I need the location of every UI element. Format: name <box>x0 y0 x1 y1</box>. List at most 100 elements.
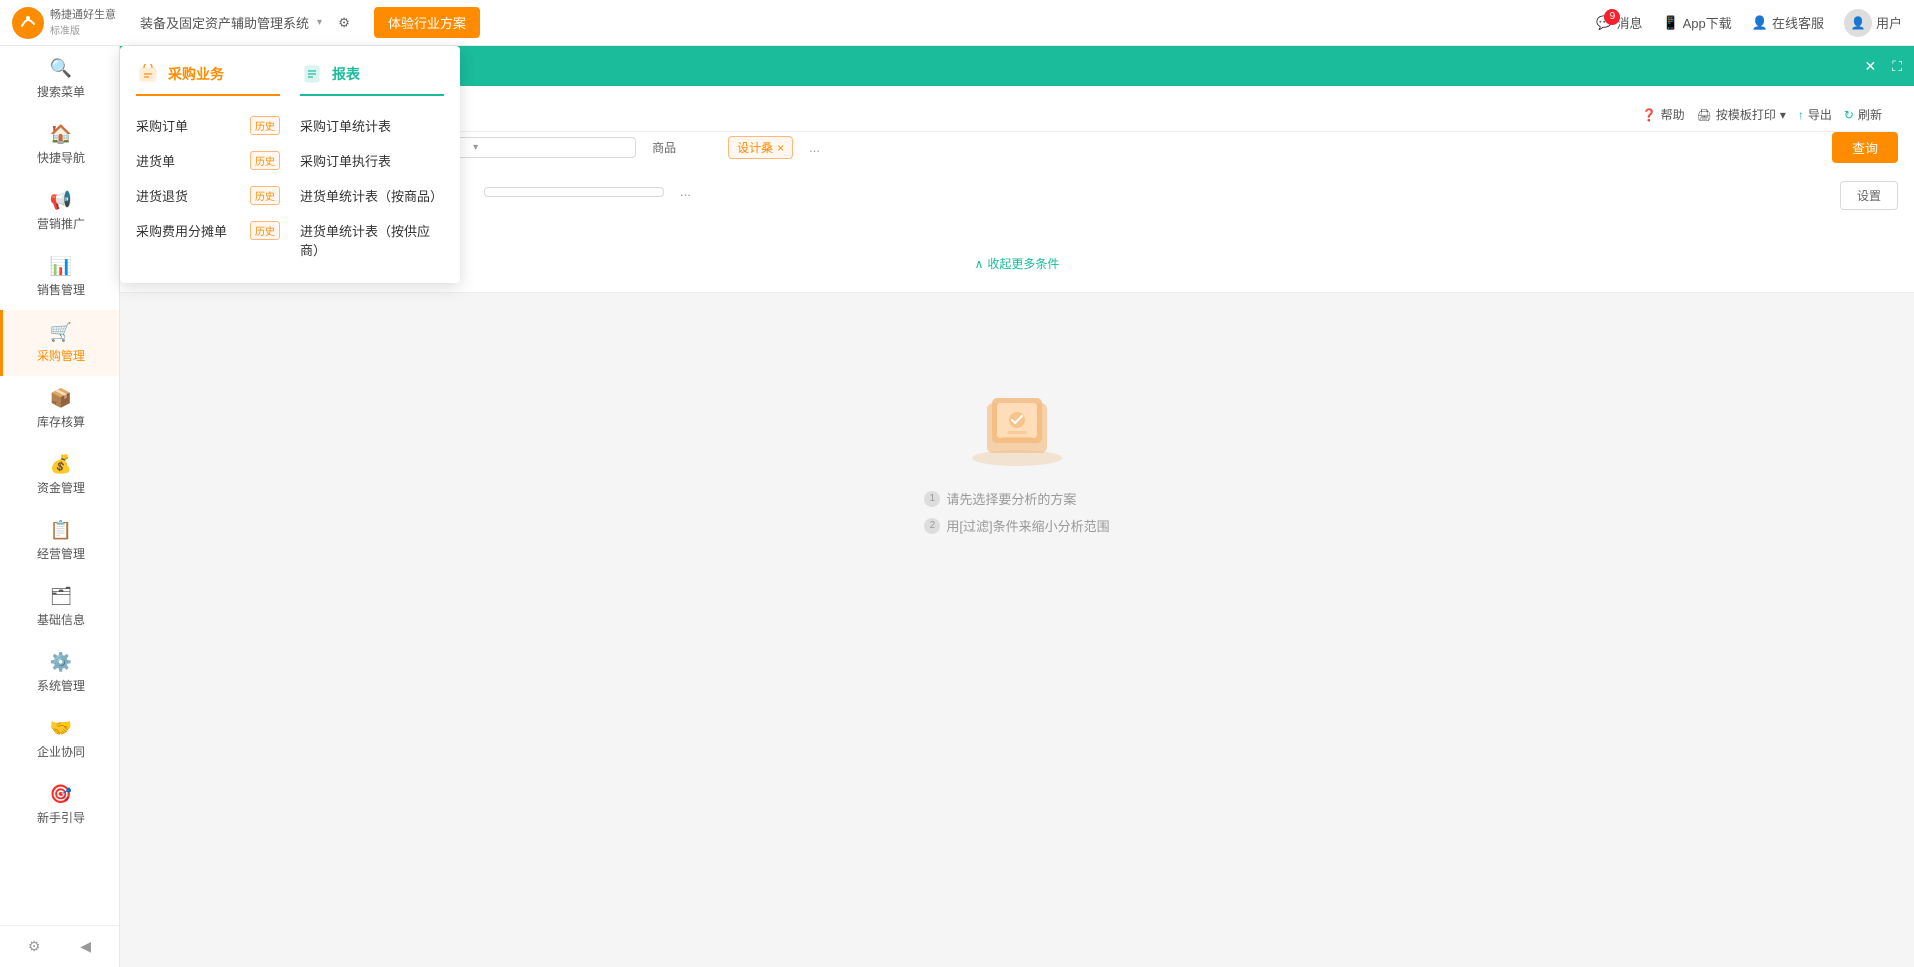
sidebar-item-enterprise[interactable]: 🤝 企业协同 <box>0 706 119 772</box>
empty-tip-1: 1 请先选择要分析的方案 <box>924 489 1109 508</box>
status-select-arrow: ▾ <box>473 142 478 153</box>
salesperson-select[interactable] <box>484 187 664 197</box>
sidebar-item-guide[interactable]: 🎯 新手引导 <box>0 772 119 838</box>
purchase-col-title: 采购业务 <box>168 64 224 84</box>
online-service-btn[interactable]: 👤 在线客服 <box>1752 13 1824 32</box>
salesperson-dots[interactable]: ... <box>680 184 691 199</box>
dropdown-item-inbound-stat-supplier[interactable]: 进货单统计表（按供应商） <box>300 213 444 267</box>
app-download-btn[interactable]: 📱 App下载 <box>1662 13 1731 32</box>
logo-icon <box>12 7 44 39</box>
sidebar-item-purchase[interactable]: 🛒 采购管理 <box>0 310 119 376</box>
dropdown-item-inbound-stat-goods-label: 进货单统计表（按商品） <box>300 186 443 205</box>
dropdown-col-report: 报表 采购订单统计表 采购订单执行表 进货单统计表（按商品） 进货单统计表（按供… <box>300 62 444 267</box>
sidebar-label-operations: 经营管理 <box>37 545 85 562</box>
report-col-icon <box>300 62 324 86</box>
dropdown-item-po-exec[interactable]: 采购订单执行表 <box>300 143 444 178</box>
print-arrow[interactable]: ▾ <box>1780 108 1786 122</box>
purchase-icon: 🛒 <box>50 322 72 343</box>
export-label: 导出 <box>1808 106 1832 123</box>
message-btn[interactable]: 💬 9 消息 <box>1596 13 1642 32</box>
tab-bar-close-icon[interactable]: ✕ <box>1860 54 1880 79</box>
sidebar-label-quick-nav: 快捷导航 <box>37 149 85 166</box>
export-btn[interactable]: ↑ 导出 <box>1798 106 1832 123</box>
goods-dots[interactable]: ... <box>809 140 820 155</box>
dropdown-item-po-exec-label: 采购订单执行表 <box>300 151 391 170</box>
sidebar-label-inventory: 库存核算 <box>37 413 85 430</box>
dropdown-item-po-stat-label: 采购订单统计表 <box>300 116 391 135</box>
empty-illustration <box>957 373 1077 473</box>
dropdown-item-inbound-stat-goods[interactable]: 进货单统计表（按商品） <box>300 178 444 213</box>
sidebar-item-search[interactable]: 🔍 搜索菜单 <box>0 46 119 112</box>
sidebar-label-system: 系统管理 <box>37 677 85 694</box>
refresh-icon: ↻ <box>1844 108 1854 122</box>
header-right: 💬 9 消息 📱 App下载 👤 在线客服 👤 用户 <box>1596 9 1902 37</box>
history-tag-3: 历史 <box>250 221 280 240</box>
report-col-title: 报表 <box>332 64 360 84</box>
collapse-icon: ∧ <box>975 257 984 271</box>
refresh-btn[interactable]: ↻ 刷新 <box>1844 106 1882 123</box>
sidebar-collapse-btn[interactable]: ◀ <box>80 938 91 955</box>
sidebar-item-inventory[interactable]: 📦 库存核算 <box>0 376 119 442</box>
sidebar: 🔍 搜索菜单 🏠 快捷导航 📢 营销推广 📊 销售管理 🛒 采购管理 📦 库存核… <box>0 46 120 967</box>
message-badge: 9 <box>1604 9 1620 25</box>
operations-icon: 📋 <box>50 520 72 541</box>
dropdown-columns: 采购业务 采购订单 历史 进货单 历史 进货退货 历史 采购费用分摊单 历史 <box>136 62 444 267</box>
settings-icon-btn[interactable]: ⚙ <box>330 9 358 37</box>
history-tag-1: 历史 <box>250 151 280 170</box>
enterprise-icon: 🤝 <box>50 718 72 739</box>
tab-bar-expand-icon[interactable]: ⛶ <box>1888 54 1906 79</box>
sidebar-label-purchase: 采购管理 <box>37 347 85 364</box>
tab-bar-right: ✕ ⛶ <box>1860 54 1906 79</box>
sidebar-label-guide: 新手引导 <box>37 809 85 826</box>
sidebar-item-operations[interactable]: 📋 经营管理 <box>0 508 119 574</box>
dropdown-item-return[interactable]: 进货退货 历史 <box>136 178 280 213</box>
logo-title: 畅捷通好生意 <box>50 8 116 22</box>
service-icon: 👤 <box>1752 15 1768 31</box>
sidebar-item-marketing[interactable]: 📢 营销推广 <box>0 178 119 244</box>
dropdown-item-cost[interactable]: 采购费用分摊单 历史 <box>136 213 280 248</box>
dropdown-item-po-stat[interactable]: 采购订单统计表 <box>300 108 444 143</box>
toolbar-right: ❓ 帮助 🖨 按模板打印 ▾ ↑ 导出 ↻ <box>1642 106 1882 123</box>
status-select[interactable]: ▾ <box>456 137 636 158</box>
dropdown-item-return-label: 进货退货 <box>136 186 188 205</box>
report-col-header: 报表 <box>300 62 444 96</box>
sidebar-label-marketing: 营销推广 <box>37 215 85 232</box>
print-icon: 🖨 <box>1697 108 1712 122</box>
empty-state: 1 请先选择要分析的方案 2 用[过滤]条件来缩小分析范围 <box>120 293 1914 615</box>
sidebar-item-quick-nav[interactable]: 🏠 快捷导航 <box>0 112 119 178</box>
title-dropdown-arrow[interactable]: ▾ <box>317 17 322 28</box>
print-btn[interactable]: 🖨 按模板打印 ▾ <box>1697 106 1786 123</box>
export-icon: ↑ <box>1798 108 1804 122</box>
phone-icon: 📱 <box>1662 15 1678 31</box>
sales-icon: 📊 <box>50 256 72 277</box>
settings-btn[interactable]: 设置 <box>1840 181 1898 210</box>
online-service-label: 在线客服 <box>1772 13 1824 32</box>
message-label: 消息 <box>1616 13 1642 32</box>
user-label: 用户 <box>1876 13 1902 32</box>
help-btn[interactable]: ❓ 帮助 <box>1642 106 1685 123</box>
history-tag-2: 历史 <box>250 186 280 205</box>
industry-btn[interactable]: 体验行业方案 <box>374 7 480 38</box>
marketing-icon: 📢 <box>50 190 72 211</box>
sidebar-item-finance[interactable]: 💰 资金管理 <box>0 442 119 508</box>
goods-tag-value: 设计桑 <box>737 139 773 156</box>
inventory-icon: 📦 <box>50 388 72 409</box>
dropdown-item-inbound[interactable]: 进货单 历史 <box>136 143 280 178</box>
sidebar-label-search: 搜索菜单 <box>37 83 85 100</box>
sidebar-item-system[interactable]: ⚙️ 系统管理 <box>0 640 119 706</box>
goods-tag: 设计桑 × <box>728 136 793 159</box>
purchase-dropdown-menu: 采购业务 采购订单 历史 进货单 历史 进货退货 历史 采购费用分摊单 历史 <box>120 46 460 283</box>
sidebar-item-basic-info[interactable]: 🗂 基础信息 <box>0 574 119 640</box>
search-icon: 🔍 <box>50 58 72 79</box>
dropdown-item-inbound-label: 进货单 <box>136 151 175 170</box>
dropdown-item-purchase-order[interactable]: 采购订单 历史 <box>136 108 280 143</box>
query-btn[interactable]: 查询 <box>1832 132 1898 163</box>
home-icon: 🏠 <box>50 124 72 145</box>
purchase-col-icon <box>136 62 160 86</box>
print-label: 按模板打印 <box>1716 106 1776 123</box>
sidebar-settings-btn[interactable]: ⚙ <box>28 938 41 955</box>
dropdown-item-cost-label: 采购费用分摊单 <box>136 221 227 240</box>
sidebar-item-sales[interactable]: 📊 销售管理 <box>0 244 119 310</box>
user-btn[interactable]: 👤 用户 <box>1844 9 1902 37</box>
goods-tag-close[interactable]: × <box>777 141 784 155</box>
